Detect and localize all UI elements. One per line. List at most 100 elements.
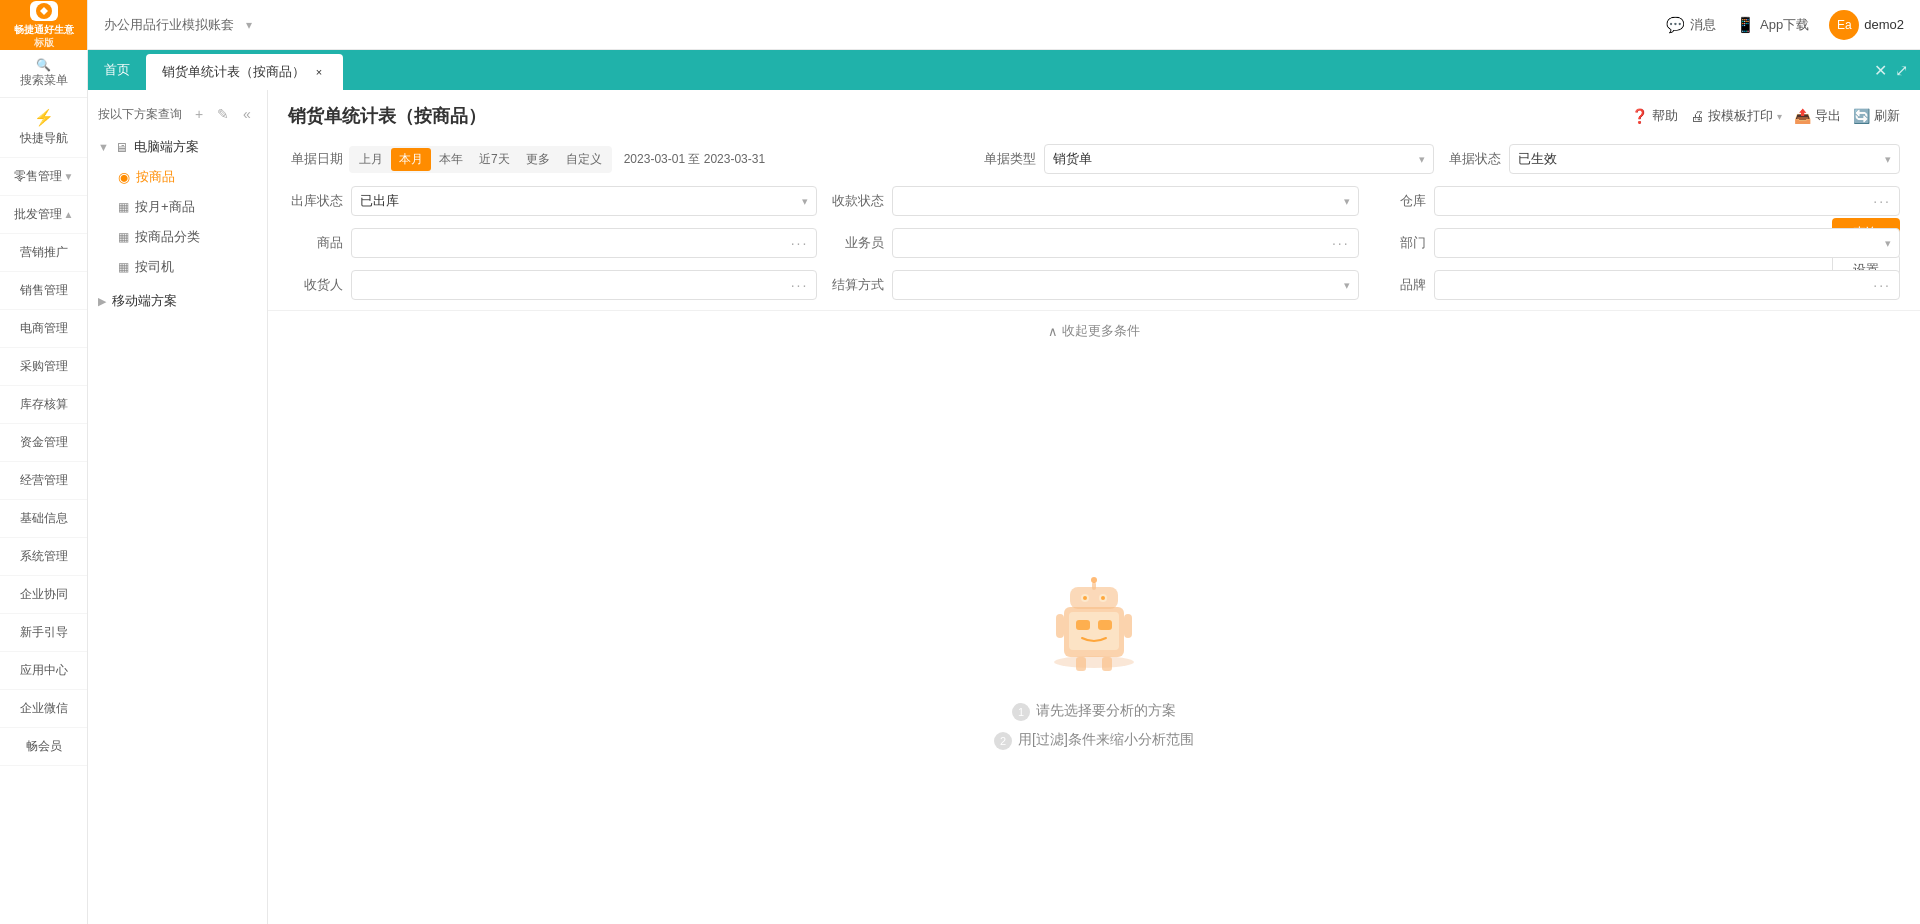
scheme-item-by-month-goods[interactable]: ▦ 按月+商品 <box>88 192 267 222</box>
empty-state: 1 请先选择要分析的方案 2 用[过滤]条件来缩小分析范围 <box>268 347 1920 924</box>
logo-icon <box>30 1 58 21</box>
sidebar-nav-quicknav[interactable]: ⚡ 快捷导航 <box>0 98 87 158</box>
app-logo[interactable]: 畅捷通好生意 标版 <box>0 0 87 50</box>
out-status-input[interactable]: 已出库 ▾ <box>351 186 817 216</box>
payment-status-label: 收款状态 <box>829 192 884 210</box>
sidebar-nav-wechat[interactable]: 企业微信 <box>0 690 87 728</box>
date-tab-last-month[interactable]: 上月 <box>351 148 391 171</box>
scheme-item-by-category[interactable]: ▦ 按商品分类 <box>88 222 267 252</box>
date-tabs: 上月 本月 本年 近7天 更多 自定义 <box>349 146 612 173</box>
sidebar-nav-newuser[interactable]: 新手引导 <box>0 614 87 652</box>
warehouse-input[interactable]: ··· <box>1434 186 1900 216</box>
receiver-input[interactable]: ··· <box>351 270 817 300</box>
doc-type-value: 销货单 <box>1053 150 1092 168</box>
goods-input[interactable]: ··· <box>351 228 817 258</box>
settlement-input[interactable]: ▾ <box>892 270 1358 300</box>
window-maximize-icon[interactable]: ⤢ <box>1895 61 1908 80</box>
print-action[interactable]: 🖨 按模板打印 ▾ <box>1690 107 1782 125</box>
department-label: 部门 <box>1371 234 1426 252</box>
warehouse-label: 仓库 <box>1371 192 1426 210</box>
svg-point-16 <box>1091 577 1097 583</box>
refresh-action[interactable]: 🔄 刷新 <box>1853 107 1900 125</box>
sidebar-nav-wholesale[interactable]: 批发管理 ▲ <box>0 196 87 234</box>
payment-status-input[interactable]: ▾ <box>892 186 1358 216</box>
salesperson-dots-icon[interactable]: ··· <box>1332 235 1350 251</box>
sidebar-search[interactable]: 🔍 搜索菜单 <box>0 50 87 98</box>
date-tab-more[interactable]: 更多 <box>518 148 558 171</box>
tab-close-icon[interactable]: × <box>311 64 327 80</box>
sidebar-nav-system[interactable]: 系统管理 <box>0 538 87 576</box>
message-icon: 💬 <box>1666 16 1685 34</box>
mobile-group-arrow: ▶ <box>98 295 106 308</box>
hint1-num: 1 <box>1012 703 1030 721</box>
purchase-label: 采购管理 <box>20 358 68 375</box>
date-tab-this-year[interactable]: 本年 <box>431 148 471 171</box>
svg-rect-9 <box>1102 657 1112 671</box>
collapse-arrow-icon: ∧ <box>1048 324 1058 339</box>
filter-settlement: 结算方式 ▾ <box>829 270 1358 300</box>
scheme-group-pc-header[interactable]: ▼ 🖥 电脑端方案 <box>88 132 267 162</box>
scheme-add-icon[interactable]: + <box>189 104 209 124</box>
finance-label: 资金管理 <box>20 434 68 451</box>
sidebar-nav-purchase[interactable]: 采购管理 <box>0 348 87 386</box>
sidebar-nav-apps[interactable]: 应用中心 <box>0 652 87 690</box>
scheme-item-by-driver[interactable]: ▦ 按司机 <box>88 252 267 282</box>
brand-dots-icon[interactable]: ··· <box>1873 277 1891 293</box>
industry-dropdown[interactable]: ▾ <box>246 18 252 32</box>
help-label: 帮助 <box>1652 107 1678 125</box>
doc-status-input[interactable]: 已生效 ▾ <box>1509 144 1900 174</box>
sidebar-nav-marketing[interactable]: 营销推广 <box>0 234 87 272</box>
goods-label: 商品 <box>288 234 343 252</box>
sidebar-nav-enterprise[interactable]: 企业协同 <box>0 576 87 614</box>
inventory-label: 库存核算 <box>20 396 68 413</box>
message-action[interactable]: 💬 消息 <box>1666 16 1716 34</box>
scheme-collapse-icon[interactable]: « <box>237 104 257 124</box>
app-download-action[interactable]: 📱 App下载 <box>1736 16 1809 34</box>
by-goods-label: 按商品 <box>136 168 175 186</box>
svg-rect-7 <box>1124 614 1132 638</box>
sidebar-nav-finance[interactable]: 资金管理 <box>0 424 87 462</box>
date-tab-this-month[interactable]: 本月 <box>391 148 431 171</box>
date-tab-custom[interactable]: 自定义 <box>558 148 610 171</box>
department-input[interactable]: ▾ <box>1434 228 1900 258</box>
scheme-item-by-goods[interactable]: ◉ 按商品 <box>88 162 267 192</box>
print-dropdown-icon: ▾ <box>1777 111 1782 122</box>
filter-row-4: 收货人 ··· 结算方式 ▾ 品牌 <box>288 270 1900 300</box>
by-driver-label: 按司机 <box>135 258 174 276</box>
date-tab-7days[interactable]: 近7天 <box>471 148 518 171</box>
avatar: Ea <box>1829 10 1859 40</box>
doc-status-dropdown-icon: ▾ <box>1885 153 1891 166</box>
collapse-button[interactable]: ∧ 收起更多条件 <box>1036 319 1152 343</box>
scheme-group-mobile-header[interactable]: ▶ 移动端方案 <box>88 286 267 316</box>
filter-panel-header: 销货单统计表（按商品） ❓ 帮助 🖨 按模板打印 ▾ 📤 导出 <box>268 90 1920 134</box>
warehouse-dots-icon[interactable]: ··· <box>1873 193 1891 209</box>
date-label: 单据日期 <box>288 150 343 168</box>
scheme-edit-icon[interactable]: ✎ <box>213 104 233 124</box>
search-label: 搜索菜单 <box>20 73 68 87</box>
receiver-dots-icon[interactable]: ··· <box>791 277 809 293</box>
doc-type-input[interactable]: 销货单 ▾ <box>1044 144 1435 174</box>
export-action[interactable]: 📤 导出 <box>1794 107 1841 125</box>
filter-department: 部门 ▾ <box>1371 228 1900 258</box>
tab-active[interactable]: 销货单统计表（按商品） × <box>146 54 343 90</box>
system-label: 系统管理 <box>20 548 68 565</box>
window-close-icon[interactable]: ✕ <box>1874 61 1887 80</box>
sidebar-nav-operations[interactable]: 经营管理 <box>0 462 87 500</box>
message-label: 消息 <box>1690 16 1716 34</box>
salesperson-input[interactable]: ··· <box>892 228 1358 258</box>
sidebar-nav-ecommerce[interactable]: 电商管理 <box>0 310 87 348</box>
help-action[interactable]: ❓ 帮助 <box>1631 107 1678 125</box>
tab-home[interactable]: 首页 <box>88 50 146 90</box>
brand-input[interactable]: ··· <box>1434 270 1900 300</box>
hint2-num: 2 <box>994 732 1012 750</box>
sidebar-nav-basic[interactable]: 基础信息 <box>0 500 87 538</box>
quicknav-label: 快捷导航 <box>20 130 68 147</box>
goods-dots-icon[interactable]: ··· <box>791 235 809 251</box>
user-action[interactable]: Ea demo2 <box>1829 10 1904 40</box>
sidebar-nav-member[interactable]: 畅会员 <box>0 728 87 766</box>
sales-label: 销售管理 <box>20 282 68 299</box>
svg-rect-5 <box>1098 620 1112 630</box>
sidebar-nav-inventory[interactable]: 库存核算 <box>0 386 87 424</box>
sidebar-nav-sales[interactable]: 销售管理 <box>0 272 87 310</box>
sidebar-nav-retail[interactable]: 零售管理 ▼ <box>0 158 87 196</box>
